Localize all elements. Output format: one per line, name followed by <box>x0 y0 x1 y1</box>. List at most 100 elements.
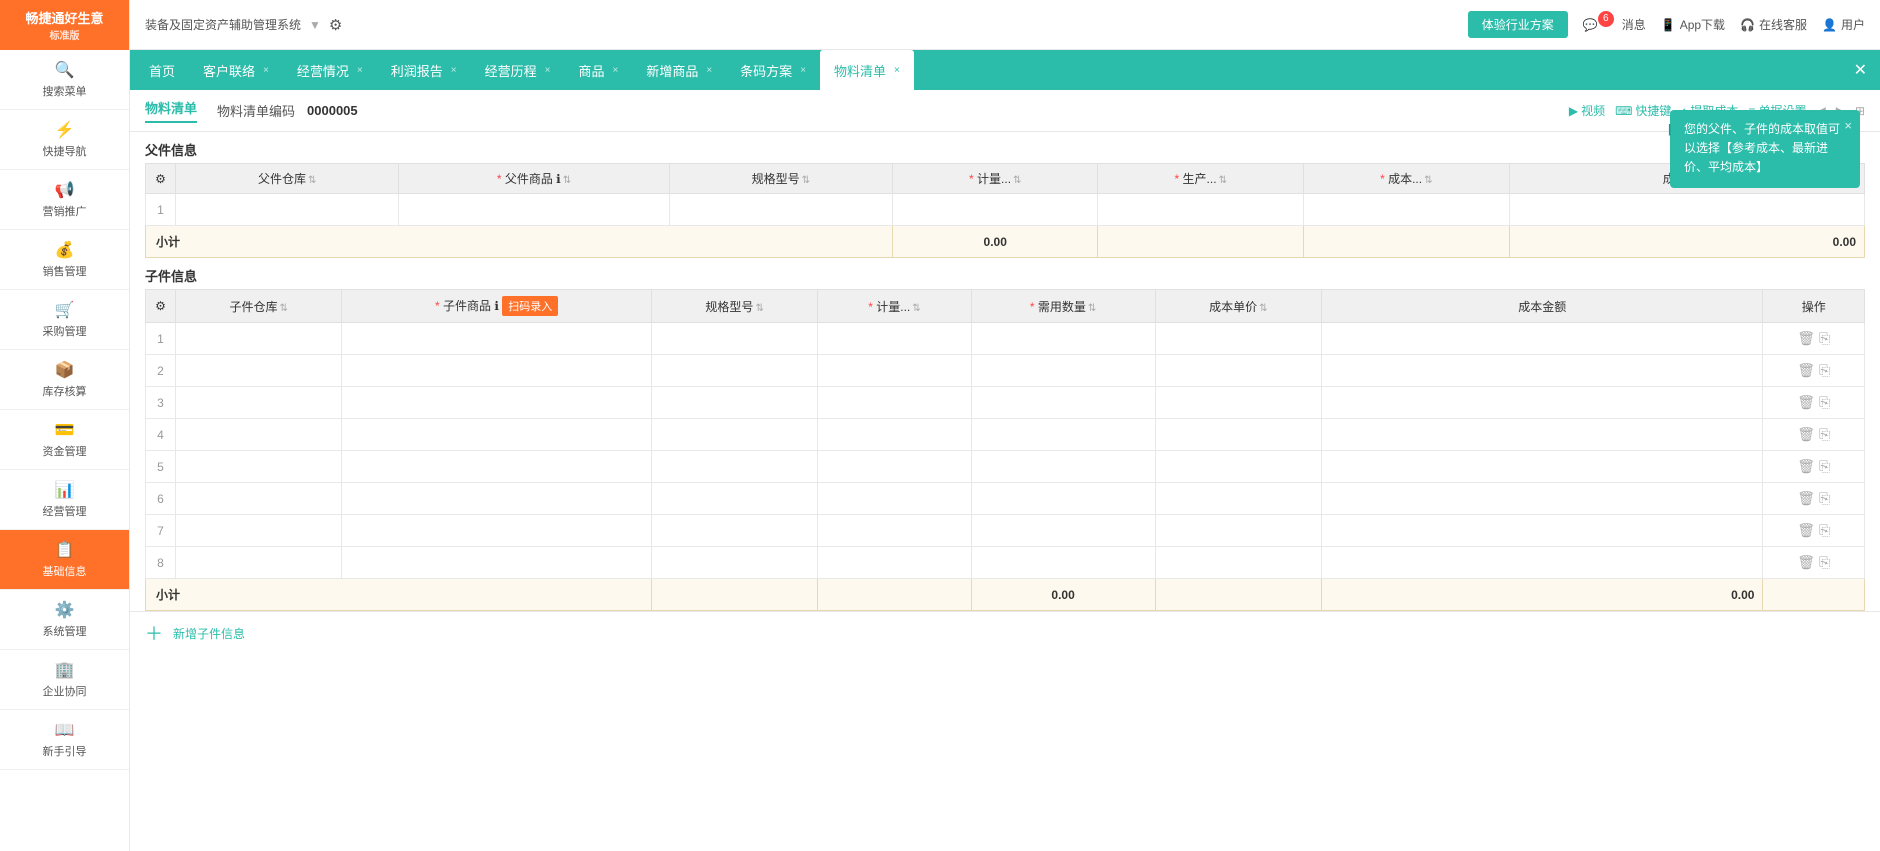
delete-icon-5[interactable]: 🗑 <box>1797 458 1815 475</box>
child-row-3-unit[interactable] <box>818 387 971 419</box>
delete-icon-7[interactable]: 🗑 <box>1797 522 1815 539</box>
child-row-2-unit[interactable] <box>818 355 971 387</box>
nav-tab-home[interactable]: 首页 <box>135 50 189 90</box>
copy-icon-3[interactable]: ⎘ <box>1819 394 1830 411</box>
sidebar-item-enterprise[interactable]: 🏢企业协同 <box>0 650 129 710</box>
add-child-icon[interactable]: ＋ <box>145 620 163 646</box>
child-col-settings[interactable]: ⚙ <box>146 290 176 323</box>
sidebar-item-finance[interactable]: 💳资金管理 <box>0 410 129 470</box>
child-row-6-unit[interactable] <box>818 483 971 515</box>
add-child-label[interactable]: 新增子件信息 <box>173 625 245 642</box>
sidebar-item-search[interactable]: 🔍搜索菜单 <box>0 50 129 110</box>
child-row-2-quantity[interactable] <box>971 355 1155 387</box>
child-row-4-warehouse[interactable] <box>176 419 342 451</box>
child-row-1-warehouse[interactable] <box>176 323 342 355</box>
child-row-3-quantity[interactable] <box>971 387 1155 419</box>
child-row-4-spec[interactable] <box>651 419 817 451</box>
copy-icon-1[interactable]: ⎘ <box>1819 330 1830 347</box>
tooltip-close-btn[interactable]: × <box>1844 116 1852 137</box>
tab-close-barcode[interactable]: × <box>800 65 806 76</box>
copy-icon-4[interactable]: ⎘ <box>1819 426 1830 443</box>
child-row-2-unit-cost[interactable] <box>1155 355 1321 387</box>
tab-close-operation-history[interactable]: × <box>545 65 551 76</box>
tab-close-profit[interactable]: × <box>451 65 457 76</box>
shortcut-btn[interactable]: ⌨ 快捷键 <box>1615 102 1671 119</box>
child-row-1-unit-cost[interactable] <box>1155 323 1321 355</box>
nav-tab-goods[interactable]: 商品× <box>564 50 632 90</box>
nav-tab-operation-history[interactable]: 经营历程× <box>471 50 565 90</box>
parent-row-1-warehouse[interactable] <box>176 194 399 226</box>
delete-icon-1[interactable]: 🗑 <box>1797 330 1815 347</box>
child-row-8-quantity[interactable] <box>971 547 1155 579</box>
nav-tab-new-goods[interactable]: 新增商品× <box>632 50 726 90</box>
sidebar-item-system[interactable]: ⚙️系统管理 <box>0 590 129 650</box>
tab-close-goods[interactable]: × <box>612 65 618 76</box>
child-row-6-goods[interactable] <box>342 483 652 515</box>
nav-tab-operation-status[interactable]: 经营情况× <box>283 50 377 90</box>
settings-icon[interactable]: ⚙ <box>329 16 342 34</box>
child-row-6-unit-cost[interactable] <box>1155 483 1321 515</box>
child-row-7-unit-cost[interactable] <box>1155 515 1321 547</box>
tab-close-bom[interactable]: × <box>894 65 900 76</box>
parent-row-1-spec[interactable] <box>669 194 892 226</box>
child-row-7-warehouse[interactable] <box>176 515 342 547</box>
child-row-7-goods[interactable] <box>342 515 652 547</box>
child-row-5-unit-cost[interactable] <box>1155 451 1321 483</box>
child-row-7-quantity[interactable] <box>971 515 1155 547</box>
child-row-8-unit-cost[interactable] <box>1155 547 1321 579</box>
child-row-3-unit-cost[interactable] <box>1155 387 1321 419</box>
scan-button[interactable]: 扫码录入 <box>502 296 558 316</box>
child-row-5-spec[interactable] <box>651 451 817 483</box>
try-button[interactable]: 体验行业方案 <box>1468 11 1568 38</box>
dropdown-icon[interactable]: ▼ <box>309 18 321 32</box>
parent-row-1-goods[interactable] <box>399 194 669 226</box>
child-row-7-unit[interactable] <box>818 515 971 547</box>
sub-tab-bom-list[interactable]: 物料清单 <box>145 98 197 123</box>
delete-icon-8[interactable]: 🗑 <box>1797 554 1815 571</box>
parent-row-1-production[interactable] <box>1098 194 1304 226</box>
online-service-group[interactable]: 🎧 在线客服 <box>1740 16 1807 33</box>
tab-close-new-goods[interactable]: × <box>706 65 712 76</box>
delete-icon-2[interactable]: 🗑 <box>1797 362 1815 379</box>
copy-icon-7[interactable]: ⎘ <box>1819 522 1830 539</box>
nav-close-icon[interactable]: ✕ <box>1846 60 1875 80</box>
child-row-1-unit[interactable] <box>818 323 971 355</box>
video-btn[interactable]: ▶ 视频 <box>1569 102 1605 119</box>
delete-icon-3[interactable]: 🗑 <box>1797 394 1815 411</box>
sidebar-item-quick-nav[interactable]: ⚡快捷导航 <box>0 110 129 170</box>
child-row-6-spec[interactable] <box>651 483 817 515</box>
child-row-1-quantity[interactable] <box>971 323 1155 355</box>
sidebar-item-operation[interactable]: 📊经营管理 <box>0 470 129 530</box>
child-row-4-unit[interactable] <box>818 419 971 451</box>
child-row-5-quantity[interactable] <box>971 451 1155 483</box>
sidebar-item-sales[interactable]: 💰销售管理 <box>0 230 129 290</box>
child-row-2-spec[interactable] <box>651 355 817 387</box>
child-row-6-quantity[interactable] <box>971 483 1155 515</box>
sidebar-item-guide[interactable]: 📖新手引导 <box>0 710 129 770</box>
delete-icon-6[interactable]: 🗑 <box>1797 490 1815 507</box>
child-row-8-spec[interactable] <box>651 547 817 579</box>
child-row-6-warehouse[interactable] <box>176 483 342 515</box>
app-download-group[interactable]: 📱 App下载 <box>1661 16 1725 33</box>
child-row-4-unit-cost[interactable] <box>1155 419 1321 451</box>
child-row-5-goods[interactable] <box>342 451 652 483</box>
child-row-3-goods[interactable] <box>342 387 652 419</box>
user-group[interactable]: 👤 用户 <box>1822 16 1865 33</box>
child-row-1-goods[interactable] <box>342 323 652 355</box>
child-row-3-warehouse[interactable] <box>176 387 342 419</box>
copy-icon-5[interactable]: ⎘ <box>1819 458 1830 475</box>
sidebar-item-purchase[interactable]: 🛒采购管理 <box>0 290 129 350</box>
copy-icon-6[interactable]: ⎘ <box>1819 490 1830 507</box>
child-row-2-goods[interactable] <box>342 355 652 387</box>
nav-tab-profit[interactable]: 利润报告× <box>377 50 471 90</box>
parent-row-1-cost[interactable] <box>1304 194 1510 226</box>
tab-close-customer[interactable]: × <box>263 65 269 76</box>
child-row-8-unit[interactable] <box>818 547 971 579</box>
sub-tab-bom-code[interactable]: 物料清单编码 <box>217 101 295 120</box>
copy-icon-8[interactable]: ⎘ <box>1819 554 1830 571</box>
child-row-2-warehouse[interactable] <box>176 355 342 387</box>
child-row-4-quantity[interactable] <box>971 419 1155 451</box>
tab-close-operation-status[interactable]: × <box>357 65 363 76</box>
sidebar-item-marketing[interactable]: 📢营销推广 <box>0 170 129 230</box>
sidebar-item-basic-info[interactable]: 📋基础信息 <box>0 530 129 590</box>
